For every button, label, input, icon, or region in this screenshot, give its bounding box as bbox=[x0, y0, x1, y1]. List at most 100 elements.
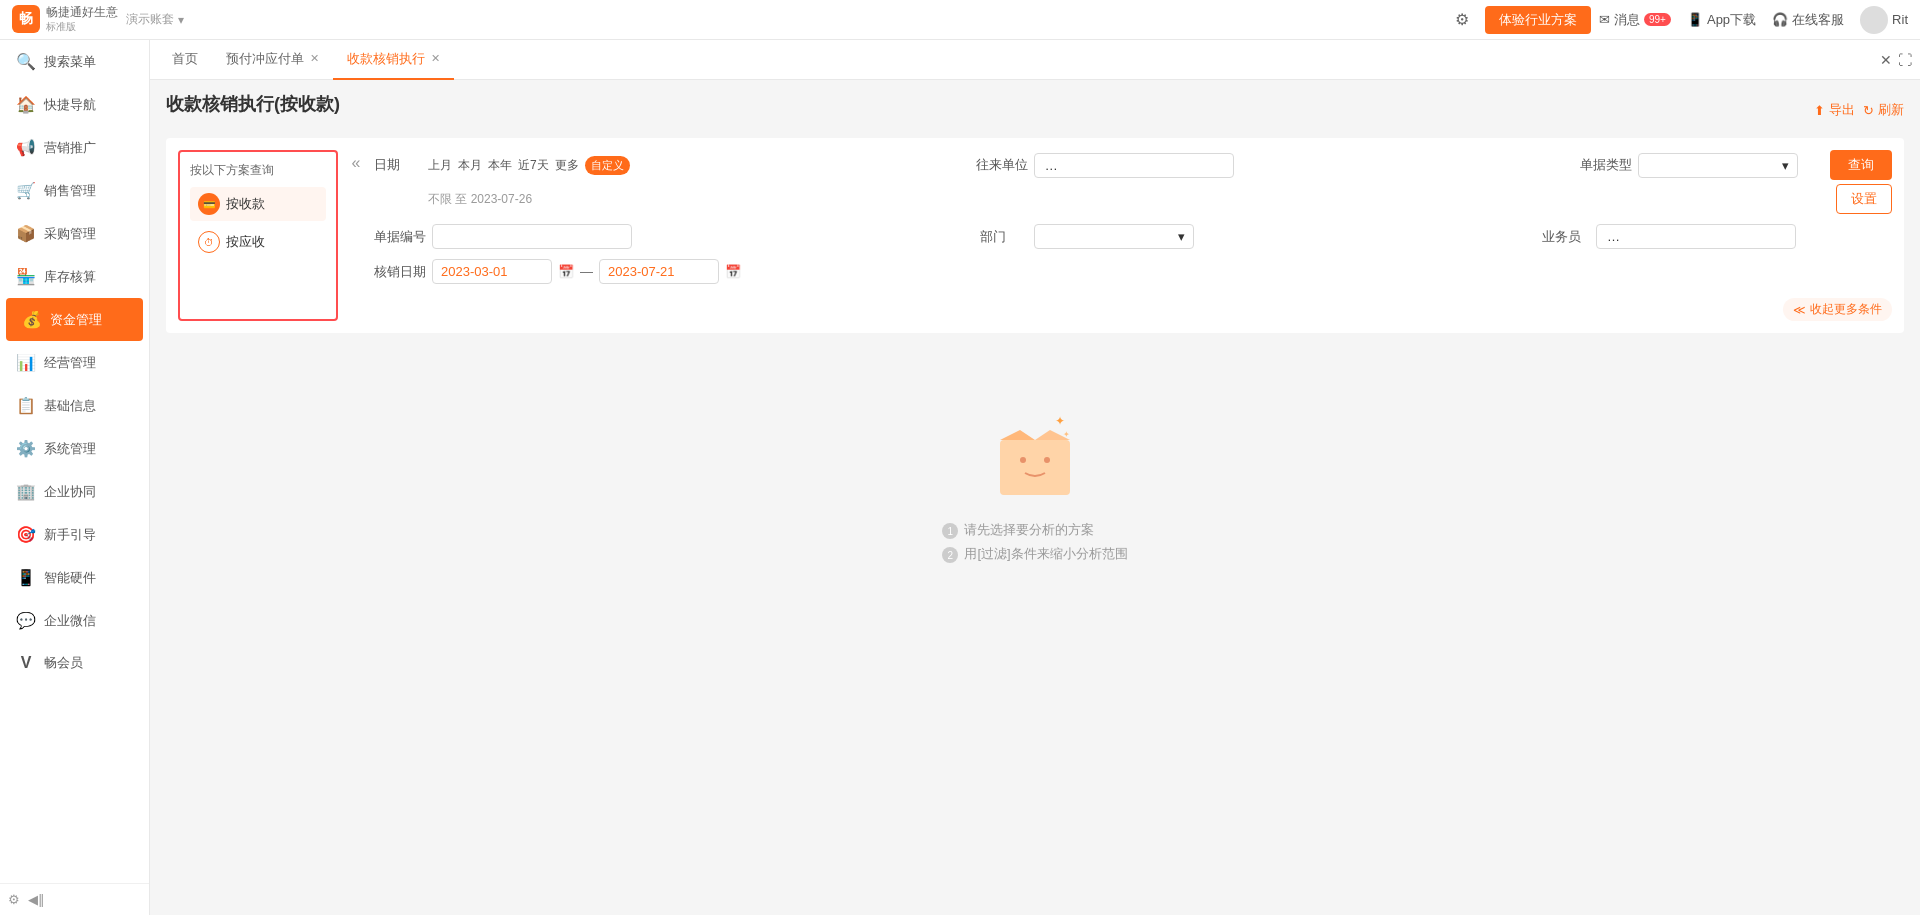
settings-button[interactable]: 设置 bbox=[1836, 184, 1892, 214]
filter-row-2: 单据编号 部门 ▾ 业务员 bbox=[374, 224, 1892, 249]
collapse-more-button[interactable]: ≪ 收起更多条件 bbox=[1783, 298, 1892, 321]
tab-collection-close[interactable]: ✕ bbox=[431, 52, 440, 65]
sidebar-item-label: 企业协同 bbox=[44, 483, 96, 501]
tab-prepay[interactable]: 预付冲应付单 ✕ bbox=[212, 40, 333, 80]
filter-option-by-receivable[interactable]: ⏱ 按应收 bbox=[190, 225, 326, 259]
logo-text: 畅捷通好生意 标准版 bbox=[46, 5, 118, 33]
shortcut-last-month[interactable]: 上月 bbox=[428, 157, 452, 174]
sidebar-item-system[interactable]: ⚙️ 系统管理 bbox=[0, 427, 149, 470]
double-left-icon: « bbox=[352, 154, 361, 172]
date-label: 日期 bbox=[374, 156, 422, 174]
tab-bar: 首页 预付冲应付单 ✕ 收款核销执行 ✕ ✕ ⛶ bbox=[150, 40, 1920, 80]
collapse-icon: ≪ bbox=[1793, 303, 1806, 317]
sidebar-item-marketing[interactable]: 📢 营销推广 bbox=[0, 126, 149, 169]
settings-icon[interactable]: ⚙ bbox=[8, 892, 20, 907]
solution-button[interactable]: 体验行业方案 bbox=[1485, 6, 1591, 34]
sidebar-item-label: 营销推广 bbox=[44, 139, 96, 157]
company-name[interactable]: 演示账套 ▾ bbox=[126, 11, 1439, 28]
calendar-end-icon[interactable]: 📅 bbox=[725, 264, 741, 279]
query-button[interactable]: 查询 bbox=[1830, 150, 1892, 180]
sidebar-item-sales[interactable]: 🛒 销售管理 bbox=[0, 169, 149, 212]
verify-date-start-input[interactable] bbox=[432, 259, 552, 284]
date-shortcuts: 上月 本月 本年 近7天 更多 自定义 bbox=[428, 156, 630, 175]
verify-date-field: 核销日期 📅 — 📅 bbox=[374, 259, 741, 284]
empty-hint-2: 2 用[过滤]条件来缩小分析范围 bbox=[942, 545, 1127, 563]
hint-num-1: 1 bbox=[942, 523, 958, 539]
sidebar: 🔍 搜索菜单 🏠 快捷导航 📢 营销推广 🛒 销售管理 📦 采购管理 🏪 库存核… bbox=[0, 40, 150, 915]
filter-form: 日期 上月 本月 本年 近7天 更多 自定义 bbox=[374, 150, 1892, 321]
sidebar-item-label: 新手引导 bbox=[44, 526, 96, 544]
empty-illustration: ✦ ✦ bbox=[985, 405, 1085, 505]
sidebar-item-label: 销售管理 bbox=[44, 182, 96, 200]
sidebar-item-label: 库存核算 bbox=[44, 268, 96, 286]
counterpart-input[interactable]: … bbox=[1034, 153, 1234, 178]
chevron-down-icon[interactable]: ▾ bbox=[178, 13, 184, 27]
close-window-icon[interactable]: ✕ bbox=[1880, 52, 1892, 68]
empty-hints: 1 请先选择要分析的方案 2 用[过滤]条件来缩小分析范围 bbox=[942, 521, 1127, 563]
sidebar-item-quick-nav[interactable]: 🏠 快捷导航 bbox=[0, 83, 149, 126]
sidebar-item-guide[interactable]: 🎯 新手引导 bbox=[0, 513, 149, 556]
sidebar-item-wechat[interactable]: 💬 企业微信 bbox=[0, 599, 149, 642]
page-content: 收款核销执行(按收款) ⬆ 导出 ↻ 刷新 按以下方案查询 bbox=[150, 80, 1920, 915]
shortcut-last-7-days[interactable]: 近7天 bbox=[518, 157, 549, 174]
shortcut-more[interactable]: 更多 bbox=[555, 157, 579, 174]
refresh-button[interactable]: ↻ 刷新 bbox=[1863, 101, 1904, 119]
sidebar-item-member[interactable]: V 畅会员 bbox=[0, 642, 149, 684]
sidebar-item-operation[interactable]: 📊 经营管理 bbox=[0, 341, 149, 384]
headset-icon: 🎧 bbox=[1772, 12, 1788, 27]
verify-date-end-input[interactable] bbox=[599, 259, 719, 284]
user-profile[interactable]: Rit bbox=[1860, 6, 1908, 34]
chevron-down-icon: ▾ bbox=[1782, 158, 1789, 173]
system-icon: ⚙️ bbox=[16, 439, 36, 458]
dept-select[interactable]: ▾ bbox=[1034, 224, 1194, 249]
svg-text:✦: ✦ bbox=[1063, 430, 1070, 439]
bill-no-field: 单据编号 bbox=[374, 224, 632, 249]
sidebar-item-label: 搜索菜单 bbox=[44, 53, 96, 71]
expand-window-icon[interactable]: ⛶ bbox=[1898, 52, 1912, 68]
online-service-button[interactable]: 🎧 在线客服 bbox=[1772, 11, 1844, 29]
app-download-button[interactable]: 📱 App下载 bbox=[1687, 11, 1756, 29]
shortcut-custom[interactable]: 自定义 bbox=[585, 156, 630, 175]
sidebar-item-basic-info[interactable]: 📋 基础信息 bbox=[0, 384, 149, 427]
message-button[interactable]: ✉ 消息 99+ bbox=[1599, 11, 1671, 29]
shortcut-this-year[interactable]: 本年 bbox=[488, 157, 512, 174]
tab-home[interactable]: 首页 bbox=[158, 40, 212, 80]
bill-type-select[interactable]: ▾ bbox=[1638, 153, 1798, 178]
gear-icon[interactable]: ⚙ bbox=[1455, 10, 1469, 29]
sidebar-item-purchase[interactable]: 📦 采购管理 bbox=[0, 212, 149, 255]
inventory-icon: 🏪 bbox=[16, 267, 36, 286]
filter-row-date-unlimit: 不限 至 2023-07-26 设置 bbox=[374, 184, 1892, 214]
filter-option-by-receipt[interactable]: 💳 按收款 bbox=[190, 187, 326, 221]
sidebar-item-label: 系统管理 bbox=[44, 440, 96, 458]
empty-state: ✦ ✦ 1 请先选择要分析的方案 2 用[过滤]条件来缩小分析范围 bbox=[166, 345, 1904, 623]
filter-collapse-btn[interactable]: « bbox=[346, 150, 366, 321]
phone-icon: 📱 bbox=[1687, 12, 1703, 27]
sidebar-item-inventory[interactable]: 🏪 库存核算 bbox=[0, 255, 149, 298]
export-button[interactable]: ⬆ 导出 bbox=[1814, 101, 1855, 119]
marketing-icon: 📢 bbox=[16, 138, 36, 157]
date-unlimit-field: 不限 至 2023-07-26 bbox=[374, 191, 532, 208]
calendar-start-icon[interactable]: 📅 bbox=[558, 264, 574, 279]
tab-collection[interactable]: 收款核销执行 ✕ bbox=[333, 40, 454, 80]
svg-point-1 bbox=[1020, 457, 1026, 463]
sidebar-item-smart-hw[interactable]: 📱 智能硬件 bbox=[0, 556, 149, 599]
tab-prepay-close[interactable]: ✕ bbox=[310, 52, 319, 65]
verify-date-range: 📅 — 📅 bbox=[432, 259, 741, 284]
sidebar-item-finance[interactable]: 💰 资金管理 bbox=[6, 298, 143, 341]
operation-icon: 📊 bbox=[16, 353, 36, 372]
sidebar-item-label: 快捷导航 bbox=[44, 96, 96, 114]
hint-num-2: 2 bbox=[942, 547, 958, 563]
page-title: 收款核销执行(按收款) bbox=[166, 92, 340, 116]
bill-no-input[interactable] bbox=[432, 224, 632, 249]
purchase-icon: 📦 bbox=[16, 224, 36, 243]
app-logo: 畅 畅捷通好生意 标准版 bbox=[12, 5, 118, 33]
salesperson-input[interactable]: … bbox=[1596, 224, 1796, 249]
sidebar-item-enterprise[interactable]: 🏢 企业协同 bbox=[0, 470, 149, 513]
sidebar-item-search[interactable]: 🔍 搜索菜单 bbox=[0, 40, 149, 83]
collapse-icon[interactable]: ◀‖ bbox=[28, 892, 45, 907]
shortcut-this-month[interactable]: 本月 bbox=[458, 157, 482, 174]
filter-option-by-receipt-label: 按收款 bbox=[226, 195, 265, 213]
filter-row-verify-date: 核销日期 📅 — 📅 bbox=[374, 259, 1892, 284]
guide-icon: 🎯 bbox=[16, 525, 36, 544]
finance-icon: 💰 bbox=[22, 310, 42, 329]
